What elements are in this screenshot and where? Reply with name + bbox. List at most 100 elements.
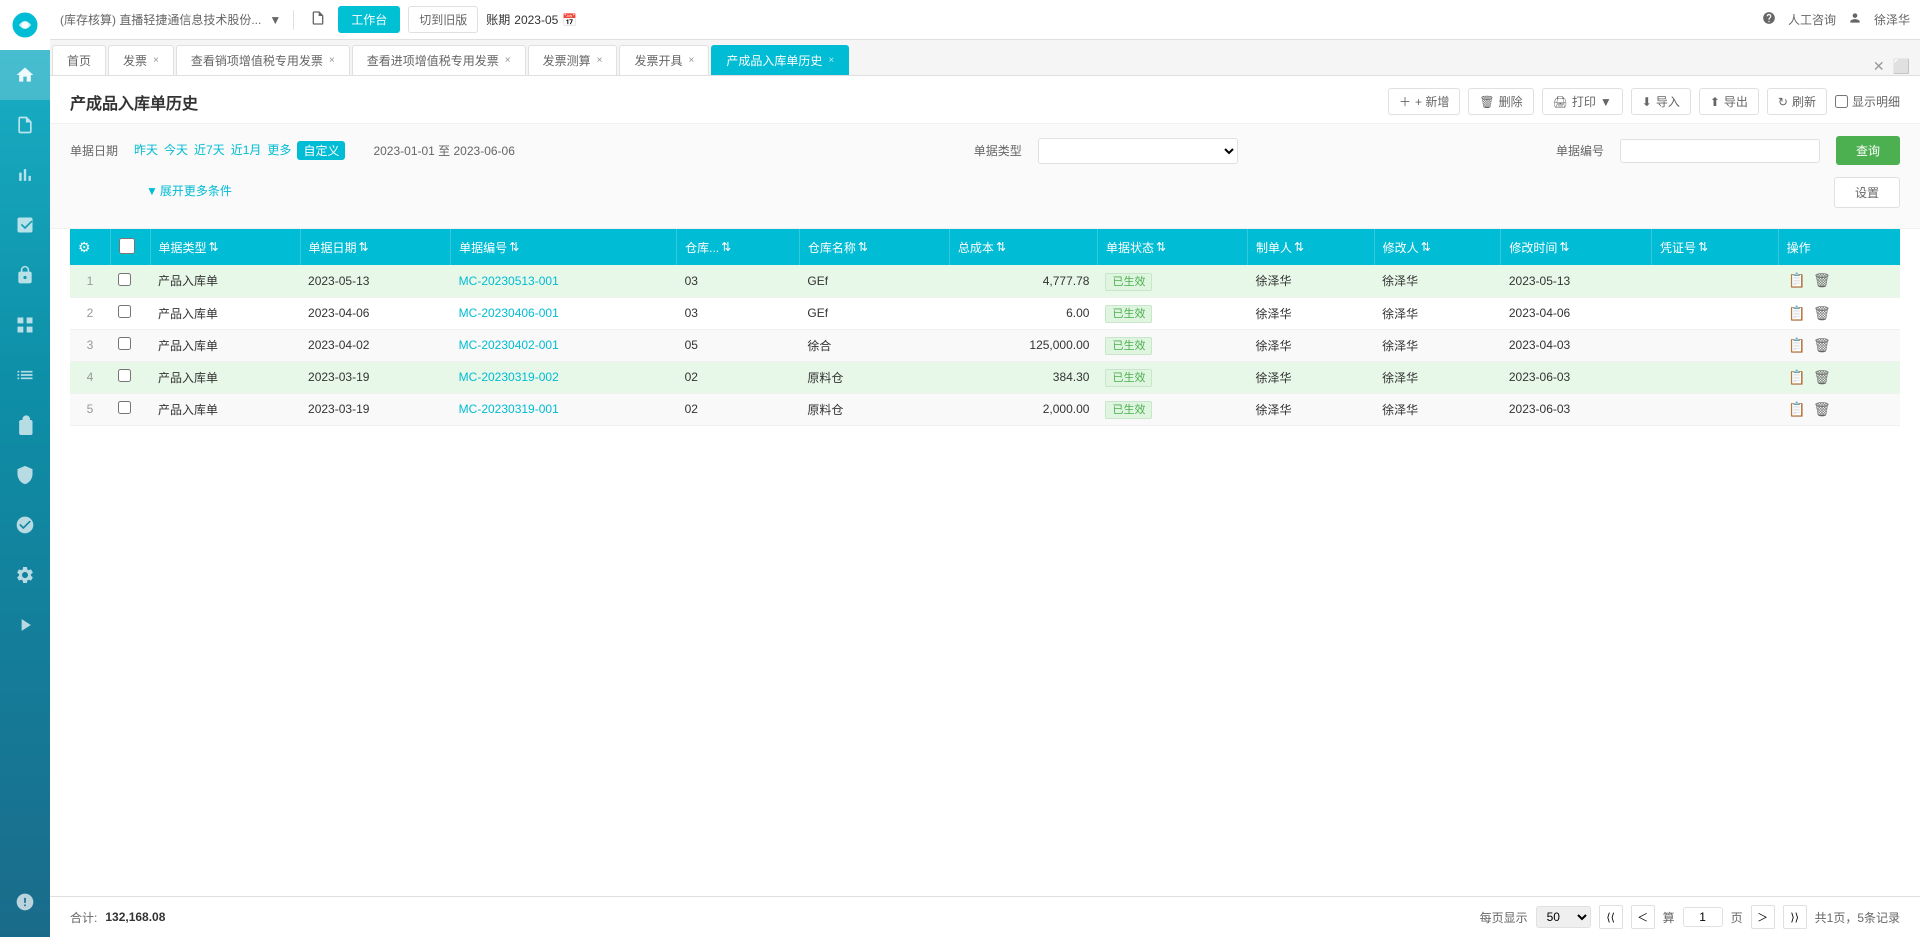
edit-button-3[interactable]: 📋	[1786, 335, 1807, 356]
tab-invoice-calc-close[interactable]: ×	[597, 55, 603, 66]
delete-row-button-1[interactable]: 🗑	[1811, 270, 1833, 291]
workbench-button[interactable]: 工作台	[338, 6, 400, 33]
tab-check-sales-vat[interactable]: 查看销项增值税专用发票 ×	[176, 45, 350, 75]
account-label: 账期	[486, 11, 510, 28]
tab-invoice-close[interactable]: ×	[153, 55, 159, 66]
shortcut-1month[interactable]: 近1月	[231, 141, 262, 160]
edit-button-2[interactable]: 📋	[1786, 303, 1807, 324]
page-size-label: 每页显示	[1480, 909, 1528, 926]
delete-row-button-5[interactable]: 🗑	[1811, 399, 1833, 420]
sort-icon-date: ⇅	[359, 240, 369, 254]
sidebar-item-stamp[interactable]	[0, 450, 50, 500]
delete-row-button-2[interactable]: 🗑	[1811, 303, 1833, 324]
table-header: ⚙ 单据类型 ⇅	[70, 229, 1900, 265]
row-number-1: MC-20230513-001	[451, 265, 677, 297]
sidebar-item-list[interactable]	[0, 350, 50, 400]
th-modifier-sort[interactable]: 修改人 ⇅	[1383, 239, 1493, 256]
page-size-select[interactable]: 50 20 100	[1536, 906, 1591, 928]
th-voucher-sort[interactable]: 凭证号 ⇅	[1660, 239, 1770, 256]
table-footer: 合计: 132,168.08 每页显示 50 20 100 ⟨⟨ ＜ 算 页 ＞…	[50, 896, 1920, 937]
th-warehouse-name-sort[interactable]: 仓库名称 ⇅	[808, 239, 941, 256]
current-page-input[interactable]	[1683, 907, 1723, 927]
user-avatar-icon	[1848, 11, 1862, 28]
row-date-4: 2023-03-19	[300, 361, 451, 393]
edit-button-4[interactable]: 📋	[1786, 367, 1807, 388]
th-type-sort[interactable]: 单据类型 ⇅	[159, 239, 292, 256]
new-button[interactable]: ＋ + 新增	[1388, 88, 1460, 115]
print-button[interactable]: 🖨 打印 ▼	[1542, 88, 1623, 115]
tab-product-history-close[interactable]: ×	[828, 55, 834, 66]
th-date-sort[interactable]: 单据日期 ⇅	[309, 239, 443, 256]
switch-version-button[interactable]: 切到旧版	[408, 6, 478, 33]
export-button[interactable]: ⬆ 导出	[1699, 88, 1759, 115]
first-page-button[interactable]: ⟨⟨	[1599, 905, 1623, 929]
edit-button-5[interactable]: 📋	[1786, 399, 1807, 420]
tab-invoice-open-close[interactable]: ×	[688, 55, 694, 66]
show-detail-checkbox[interactable]	[1835, 95, 1848, 108]
th-warehouse-code-sort[interactable]: 仓库... ⇅	[685, 239, 791, 256]
set-button[interactable]: 设置	[1834, 177, 1900, 208]
select-all-checkbox[interactable]	[119, 238, 135, 254]
delete-row-button-4[interactable]: 🗑	[1811, 367, 1833, 388]
tab-invoice-calc[interactable]: 发票测算 ×	[528, 45, 618, 75]
number-filter-input[interactable]	[1620, 139, 1820, 163]
query-button[interactable]: 查询	[1836, 136, 1900, 165]
shortcut-more[interactable]: 更多	[267, 141, 291, 160]
sidebar-item-chart[interactable]	[0, 150, 50, 200]
sidebar-item-analytics[interactable]	[0, 200, 50, 250]
th-status-sort[interactable]: 单据状态 ⇅	[1106, 239, 1239, 256]
shortcut-yesterday[interactable]: 昨天	[134, 141, 158, 160]
column-settings-icon[interactable]: ⚙	[78, 239, 91, 255]
row-voucher-2	[1651, 297, 1778, 329]
last-page-button[interactable]: ⟩⟩	[1783, 905, 1807, 929]
row-num-1: 1	[70, 265, 110, 297]
tab-check-input-vat-close[interactable]: ×	[505, 55, 511, 66]
shortcut-today[interactable]: 今天	[164, 141, 188, 160]
row-number-2: MC-20230406-001	[451, 297, 677, 329]
row-type-3: 产品入库单	[150, 329, 300, 361]
type-filter-select[interactable]	[1038, 138, 1238, 164]
tab-invoice[interactable]: 发票 ×	[108, 45, 174, 75]
show-detail-label: 显示明细	[1852, 93, 1900, 110]
import-button[interactable]: ⬇ 导入	[1631, 88, 1691, 115]
row-num-5: 5	[70, 393, 110, 425]
tab-check-input-vat[interactable]: 查看进项增值税专用发票 ×	[352, 45, 526, 75]
th-number-sort[interactable]: 单据编号 ⇅	[459, 239, 668, 256]
sidebar-item-document[interactable]	[0, 100, 50, 150]
refresh-button[interactable]: ↻ 刷新	[1767, 88, 1827, 115]
tab-product-history[interactable]: 产成品入库单历史 ×	[711, 45, 849, 75]
tab-invoice-open[interactable]: 发票开具 ×	[619, 45, 709, 75]
shortcut-7days[interactable]: 近7天	[194, 141, 225, 160]
sidebar-item-version[interactable]	[0, 877, 50, 927]
th-modify-time-sort[interactable]: 修改时间 ⇅	[1509, 239, 1643, 256]
row-warehouse-name-4: 原料仓	[799, 361, 949, 393]
tab-close-all-icon[interactable]: ✕	[1873, 58, 1885, 75]
row-operations-3: 📋 🗑	[1778, 329, 1900, 361]
row-modifier-2: 徐泽华	[1374, 297, 1501, 329]
doc-btn[interactable]	[306, 10, 330, 29]
edit-button-1[interactable]: 📋	[1786, 270, 1807, 291]
tab-maximize-icon[interactable]: ⬜	[1893, 58, 1910, 75]
shortcut-custom[interactable]: 自定义	[297, 141, 345, 160]
th-cost-sort[interactable]: 总成本 ⇅	[958, 239, 1089, 256]
sidebar-item-approve[interactable]	[0, 500, 50, 550]
delete-button[interactable]: 🗑 删除	[1468, 88, 1533, 115]
sidebar-item-grid[interactable]	[0, 300, 50, 350]
next-page-button[interactable]: ＞	[1751, 905, 1775, 929]
row-modify-time-5: 2023-06-03	[1501, 393, 1652, 425]
sidebar-item-lock[interactable]	[0, 250, 50, 300]
sidebar-item-inventory[interactable]	[0, 400, 50, 450]
sidebar-item-home[interactable]	[0, 50, 50, 100]
expand-more-btn[interactable]: ▼ 展开更多条件	[146, 182, 232, 199]
calendar-icon[interactable]: 📅	[562, 13, 577, 27]
sidebar-item-play[interactable]	[0, 600, 50, 650]
tab-home[interactable]: 首页	[52, 45, 106, 75]
prev-page-button[interactable]: ＜	[1631, 905, 1655, 929]
tab-check-sales-vat-close[interactable]: ×	[329, 55, 335, 66]
delete-row-button-3[interactable]: 🗑	[1811, 335, 1833, 356]
row-modifier-4: 徐泽华	[1374, 361, 1501, 393]
sidebar-item-settings-small[interactable]	[0, 550, 50, 600]
row-warehouse-name-3: 徐合	[799, 329, 949, 361]
th-creator-sort[interactable]: 制单人 ⇅	[1256, 239, 1366, 256]
brand-dropdown-icon[interactable]: ▼	[269, 13, 281, 27]
